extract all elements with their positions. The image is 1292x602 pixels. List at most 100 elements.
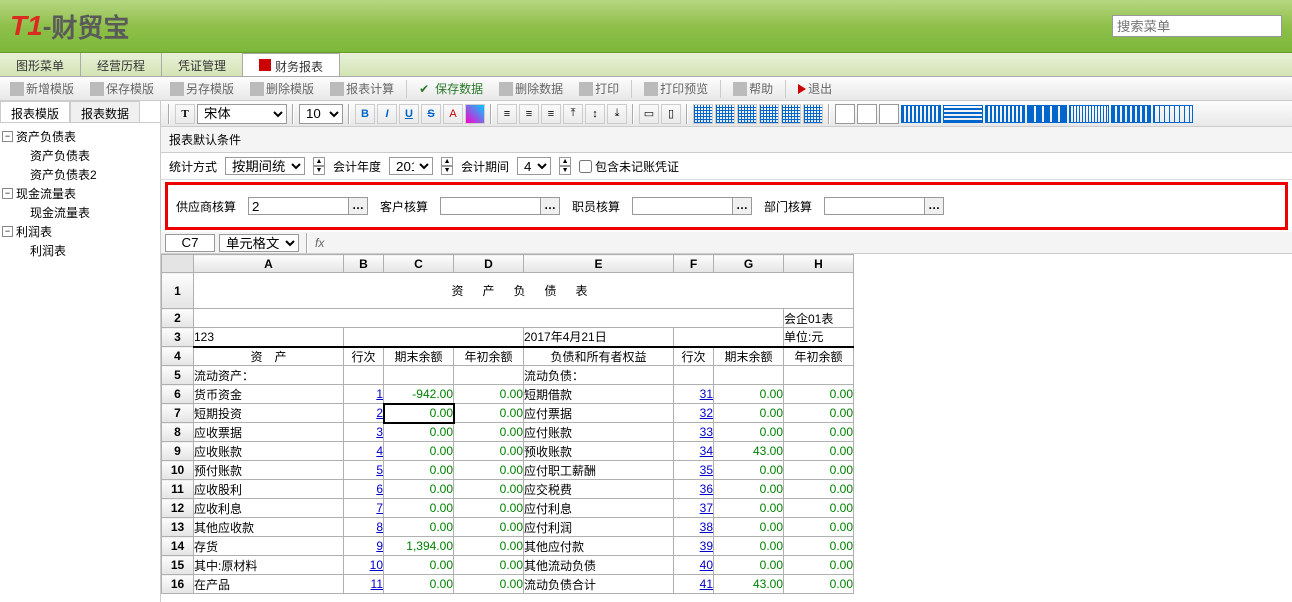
- align-center-button[interactable]: ≡: [519, 104, 539, 124]
- toolbar-5[interactable]: ✔保存数据: [413, 78, 489, 99]
- menu-tab-3[interactable]: 财务报表: [243, 53, 340, 76]
- tree-toggle-icon[interactable]: −: [2, 188, 13, 199]
- menu-tab-0[interactable]: 图形菜单: [0, 53, 81, 76]
- strike-button[interactable]: S: [421, 104, 441, 124]
- align-left-button[interactable]: ≡: [497, 104, 517, 124]
- border4-button[interactable]: [759, 104, 779, 124]
- asset-name-8[interactable]: 应收票据: [194, 423, 344, 442]
- pattern1[interactable]: [901, 105, 941, 123]
- sheet-title[interactable]: 资 产 负 债 表: [194, 273, 854, 309]
- size-select[interactable]: 10: [299, 104, 343, 124]
- font-select[interactable]: 宋体: [197, 104, 287, 124]
- toolbar-1[interactable]: 保存模版: [84, 78, 160, 99]
- liab-name-7[interactable]: 应付票据: [524, 404, 674, 423]
- period-up[interactable]: ▲: [559, 157, 571, 166]
- italic-button[interactable]: I: [377, 104, 397, 124]
- tree-node-0[interactable]: −资产负债表: [2, 127, 158, 146]
- toolbar-0[interactable]: 新增模版: [4, 78, 80, 99]
- cell-mode-select[interactable]: 单元格文本: [219, 234, 299, 252]
- employee-input[interactable]: [632, 197, 732, 215]
- color-button[interactable]: A: [443, 104, 463, 124]
- liab-name-9[interactable]: 预收账款: [524, 442, 674, 461]
- tree-node-2[interactable]: −利润表: [2, 222, 158, 241]
- side-tab-1[interactable]: 报表数据: [70, 101, 140, 122]
- tree-leaf-0-0[interactable]: 资产负债表: [2, 146, 158, 165]
- asset-name-6[interactable]: 货币资金: [194, 385, 344, 404]
- col-header-H[interactable]: H: [784, 255, 854, 273]
- year-up[interactable]: ▲: [441, 157, 453, 166]
- spreadsheet[interactable]: ABCDEFGH1资 产 负 债 表2会企01表31232017年4月21日单位…: [161, 254, 1292, 602]
- method-up[interactable]: ▲: [313, 157, 325, 166]
- toolbar-3[interactable]: 删除模版: [244, 78, 320, 99]
- dept-input[interactable]: [824, 197, 924, 215]
- pattern2[interactable]: [943, 105, 983, 123]
- dept-lookup-button[interactable]: …: [924, 197, 944, 215]
- merge-button[interactable]: ▭: [639, 104, 659, 124]
- underline-button[interactable]: U: [399, 104, 419, 124]
- side-tab-0[interactable]: 报表模版: [0, 101, 70, 122]
- col-header-B[interactable]: B: [344, 255, 384, 273]
- method-down[interactable]: ▼: [313, 166, 325, 175]
- col-header-G[interactable]: G: [714, 255, 784, 273]
- fill-button[interactable]: [465, 104, 485, 124]
- asset-name-15[interactable]: 其中:原材料: [194, 556, 344, 575]
- row-header-1[interactable]: 1: [162, 273, 194, 309]
- include-checkbox[interactable]: [579, 160, 592, 173]
- asset-name-12[interactable]: 应收利息: [194, 499, 344, 518]
- customer-lookup-button[interactable]: …: [540, 197, 560, 215]
- tree-leaf-1-0[interactable]: 现金流量表: [2, 203, 158, 222]
- bold-button[interactable]: B: [355, 104, 375, 124]
- col-header-F[interactable]: F: [674, 255, 714, 273]
- pattern4[interactable]: [1027, 105, 1067, 123]
- font-icon[interactable]: T: [175, 104, 195, 124]
- border5-button[interactable]: [781, 104, 801, 124]
- border6-button[interactable]: [803, 104, 823, 124]
- tree-leaf-0-1[interactable]: 资产负债表2: [2, 165, 158, 184]
- liab-name-14[interactable]: 其他应付款: [524, 537, 674, 556]
- pattern7[interactable]: [1153, 105, 1193, 123]
- align-right-button[interactable]: ≡: [541, 104, 561, 124]
- tree-toggle-icon[interactable]: −: [2, 131, 13, 142]
- year-down[interactable]: ▼: [441, 166, 453, 175]
- toolbar-7[interactable]: 打印: [573, 78, 625, 99]
- liab-name-10[interactable]: 应付职工薪酬: [524, 461, 674, 480]
- customer-input[interactable]: [440, 197, 540, 215]
- method-select[interactable]: 按期间统计: [225, 157, 305, 175]
- valign-bot-button[interactable]: ⤓: [607, 104, 627, 124]
- asset-name-14[interactable]: 存货: [194, 537, 344, 556]
- asset-name-9[interactable]: 应收账款: [194, 442, 344, 461]
- swatch1[interactable]: [835, 104, 855, 124]
- unmerge-button[interactable]: ▯: [661, 104, 681, 124]
- toolbar-4[interactable]: 报表计算: [324, 78, 400, 99]
- liab-name-11[interactable]: 应交税费: [524, 480, 674, 499]
- swatch2[interactable]: [857, 104, 877, 124]
- liab-name-6[interactable]: 短期借款: [524, 385, 674, 404]
- employee-lookup-button[interactable]: …: [732, 197, 752, 215]
- toolbar-6[interactable]: 删除数据: [493, 78, 569, 99]
- liab-name-12[interactable]: 应付利息: [524, 499, 674, 518]
- asset-name-7[interactable]: 短期投资: [194, 404, 344, 423]
- year-select[interactable]: 2017: [389, 157, 433, 175]
- period-select[interactable]: 4: [517, 157, 551, 175]
- tree-leaf-2-0[interactable]: 利润表: [2, 241, 158, 260]
- pattern3[interactable]: [985, 105, 1025, 123]
- toolbar-10[interactable]: 退出: [792, 78, 838, 99]
- toolbar-9[interactable]: 帮助: [727, 78, 779, 99]
- border1-button[interactable]: [693, 104, 713, 124]
- asset-name-11[interactable]: 应收股利: [194, 480, 344, 499]
- search-input[interactable]: [1112, 15, 1282, 37]
- border3-button[interactable]: [737, 104, 757, 124]
- toolbar-8[interactable]: 打印预览: [638, 78, 714, 99]
- swatch3[interactable]: [879, 104, 899, 124]
- liab-name-15[interactable]: 其他流动负债: [524, 556, 674, 575]
- tree-node-1[interactable]: −现金流量表: [2, 184, 158, 203]
- valign-mid-button[interactable]: ↕: [585, 104, 605, 124]
- col-header-A[interactable]: A: [194, 255, 344, 273]
- asset-name-10[interactable]: 预付账款: [194, 461, 344, 480]
- asset-name-16[interactable]: 在产品: [194, 575, 344, 594]
- valign-top-button[interactable]: ⤒: [563, 104, 583, 124]
- supplier-input[interactable]: [248, 197, 348, 215]
- col-header-C[interactable]: C: [384, 255, 454, 273]
- include-unposted-check[interactable]: 包含未记账凭证: [579, 158, 679, 175]
- menu-tab-2[interactable]: 凭证管理: [162, 53, 243, 76]
